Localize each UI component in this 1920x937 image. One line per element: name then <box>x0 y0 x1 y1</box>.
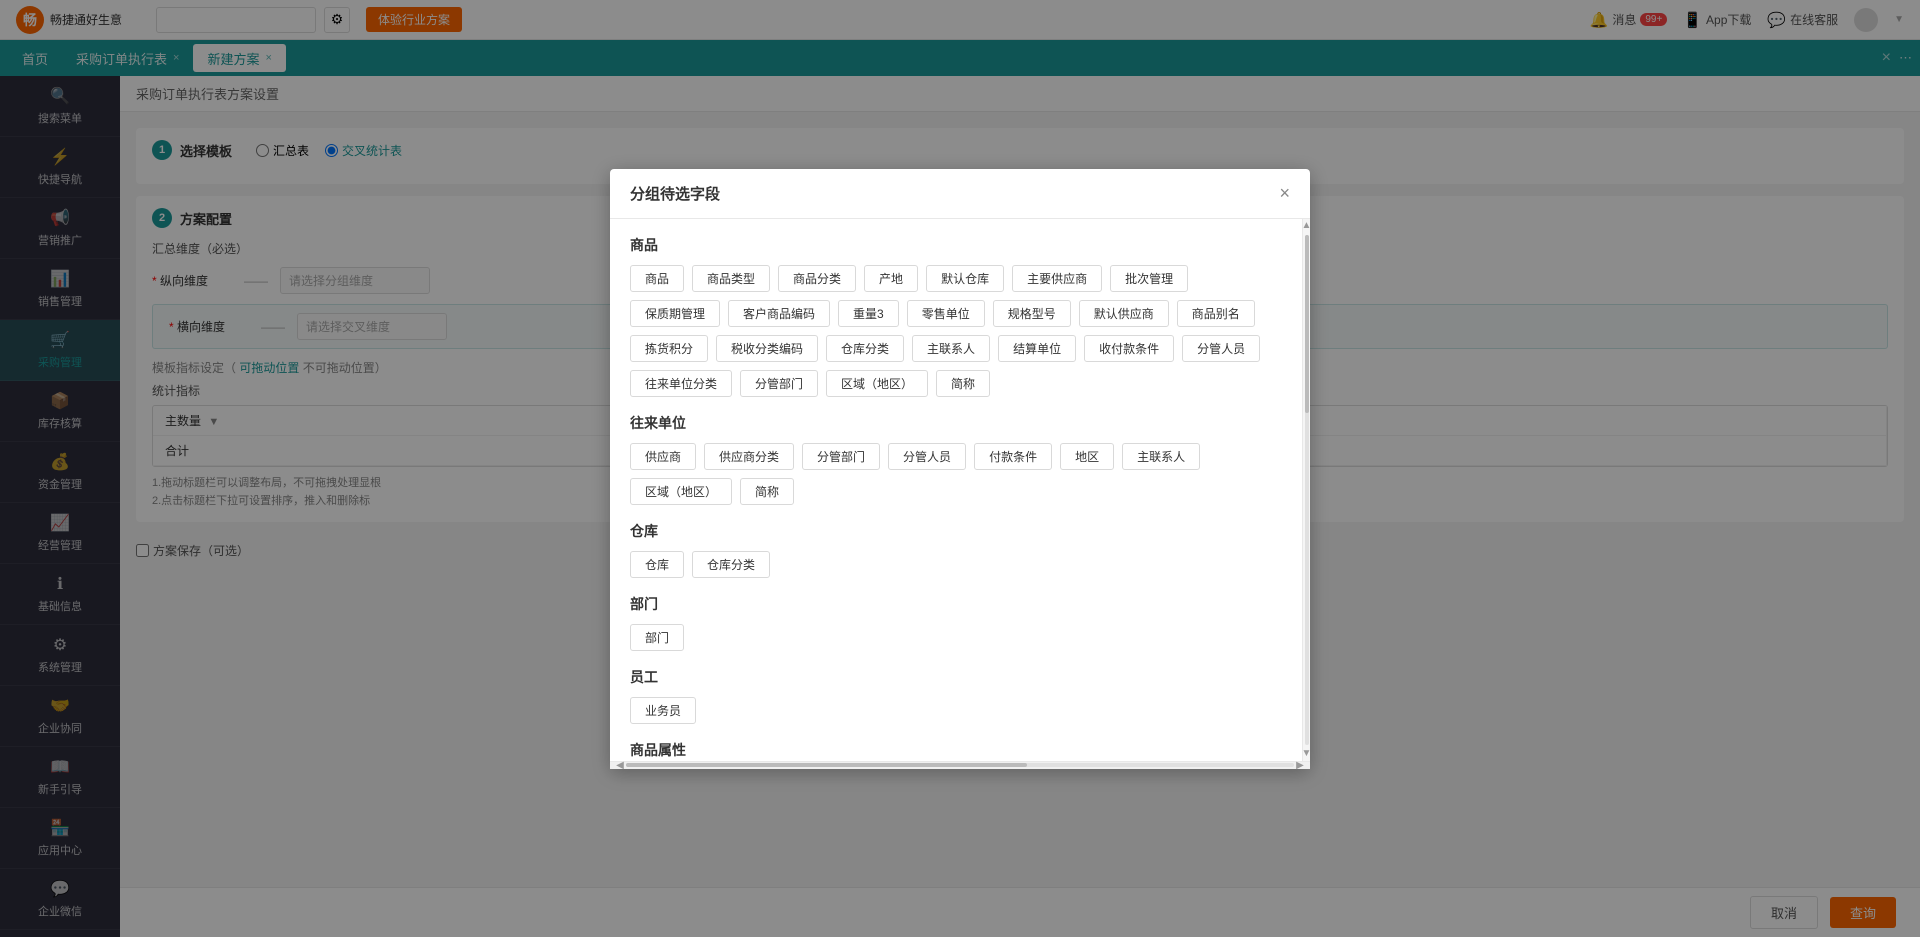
field-tag[interactable]: 简称 <box>740 478 794 505</box>
modal-bottom-scrollbar: ◀ ▶ <box>610 761 1310 769</box>
field-tag[interactable]: 默认供应商 <box>1079 300 1169 327</box>
scroll-track-vertical[interactable] <box>1305 235 1309 745</box>
field-group-employee: 员工 业务员 <box>630 667 1282 724</box>
field-group-product: 商品 商品 商品类型 商品分类 产地 默认仓库 主要供应商 批次管理 保质期管理… <box>630 235 1282 397</box>
scroll-down-arrow[interactable]: ▼ <box>1302 749 1310 759</box>
field-tag[interactable]: 收付款条件 <box>1084 335 1174 362</box>
modal-body: 商品 商品 商品类型 商品分类 产地 默认仓库 主要供应商 批次管理 保质期管理… <box>610 219 1302 761</box>
field-group-product-attr: 商品属性 属性 颜色 多规格 尺码 鞋码 1 <box>630 740 1282 761</box>
field-group-partner-title: 往来单位 <box>630 413 1282 433</box>
scrollbar-left-arrow[interactable]: ◀ <box>614 759 626 771</box>
field-tag[interactable]: 保质期管理 <box>630 300 720 327</box>
modal-right-scrollbar: ▲ ▼ <box>1302 219 1310 761</box>
field-tag[interactable]: 业务员 <box>630 697 696 724</box>
field-tag[interactable]: 规格型号 <box>993 300 1071 327</box>
scrollbar-track-h[interactable] <box>626 763 1294 767</box>
field-tag[interactable]: 税收分类编码 <box>716 335 818 362</box>
field-tag[interactable]: 往来单位分类 <box>630 370 732 397</box>
field-tag[interactable]: 商品分类 <box>778 265 856 292</box>
field-group-product-title: 商品 <box>630 235 1282 255</box>
field-tag[interactable]: 批次管理 <box>1110 265 1188 292</box>
field-tag[interactable]: 仓库分类 <box>692 551 770 578</box>
product-field-tags: 商品 商品类型 商品分类 产地 默认仓库 主要供应商 批次管理 保质期管理 客户… <box>630 265 1282 397</box>
field-tag[interactable]: 区域（地区） <box>826 370 928 397</box>
scroll-up-arrow[interactable]: ▲ <box>1302 221 1310 231</box>
field-tag[interactable]: 客户商品编码 <box>728 300 830 327</box>
field-tag[interactable]: 主要供应商 <box>1012 265 1102 292</box>
modal-header: 分组待选字段 × <box>610 169 1310 219</box>
department-field-tags: 部门 <box>630 624 1282 651</box>
field-tag[interactable]: 主联系人 <box>1122 443 1200 470</box>
field-group-department-title: 部门 <box>630 594 1282 614</box>
field-tag[interactable]: 商品类型 <box>692 265 770 292</box>
field-tag[interactable]: 区域（地区） <box>630 478 732 505</box>
field-tag[interactable]: 结算单位 <box>998 335 1076 362</box>
modal-title: 分组待选字段 <box>630 183 720 204</box>
field-group-department: 部门 部门 <box>630 594 1282 651</box>
scroll-thumb-vertical[interactable] <box>1305 235 1309 414</box>
partner-field-tags: 供应商 供应商分类 分管部门 分管人员 付款条件 地区 主联系人 区域（地区） … <box>630 443 1282 505</box>
scrollbar-right-arrow[interactable]: ▶ <box>1294 759 1306 771</box>
field-group-partner: 往来单位 供应商 供应商分类 分管部门 分管人员 付款条件 地区 主联系人 区域… <box>630 413 1282 505</box>
field-tag[interactable]: 分管部门 <box>802 443 880 470</box>
field-tag[interactable]: 零售单位 <box>907 300 985 327</box>
field-tag[interactable]: 付款条件 <box>974 443 1052 470</box>
modal-close-button[interactable]: × <box>1279 184 1290 202</box>
field-tag[interactable]: 商品 <box>630 265 684 292</box>
warehouse-field-tags: 仓库 仓库分类 <box>630 551 1282 578</box>
field-group-warehouse: 仓库 仓库 仓库分类 <box>630 521 1282 578</box>
field-group-warehouse-title: 仓库 <box>630 521 1282 541</box>
field-tag[interactable]: 供应商分类 <box>704 443 794 470</box>
field-tag[interactable]: 拣货积分 <box>630 335 708 362</box>
field-tag[interactable]: 仓库分类 <box>826 335 904 362</box>
field-tag[interactable]: 简称 <box>936 370 990 397</box>
field-tag[interactable]: 分管部门 <box>740 370 818 397</box>
field-tag[interactable]: 商品别名 <box>1177 300 1255 327</box>
field-tag[interactable]: 部门 <box>630 624 684 651</box>
field-tag[interactable]: 供应商 <box>630 443 696 470</box>
modal-dialog: 分组待选字段 × 商品 商品 商品类型 商品分类 产地 默认仓库 主要供应商 批… <box>610 169 1310 769</box>
employee-field-tags: 业务员 <box>630 697 1282 724</box>
field-tag[interactable]: 分管人员 <box>888 443 966 470</box>
scrollbar-thumb-h[interactable] <box>626 763 1027 767</box>
field-tag[interactable]: 产地 <box>864 265 918 292</box>
field-tag[interactable]: 默认仓库 <box>926 265 1004 292</box>
field-tag[interactable]: 分管人员 <box>1182 335 1260 362</box>
field-tag[interactable]: 主联系人 <box>912 335 990 362</box>
modal-overlay: 分组待选字段 × 商品 商品 商品类型 商品分类 产地 默认仓库 主要供应商 批… <box>0 0 1920 937</box>
field-tag[interactable]: 重量3 <box>838 300 899 327</box>
field-tag[interactable]: 仓库 <box>630 551 684 578</box>
field-group-product-attr-title: 商品属性 <box>630 740 1282 760</box>
field-tag[interactable]: 地区 <box>1060 443 1114 470</box>
field-group-employee-title: 员工 <box>630 667 1282 687</box>
